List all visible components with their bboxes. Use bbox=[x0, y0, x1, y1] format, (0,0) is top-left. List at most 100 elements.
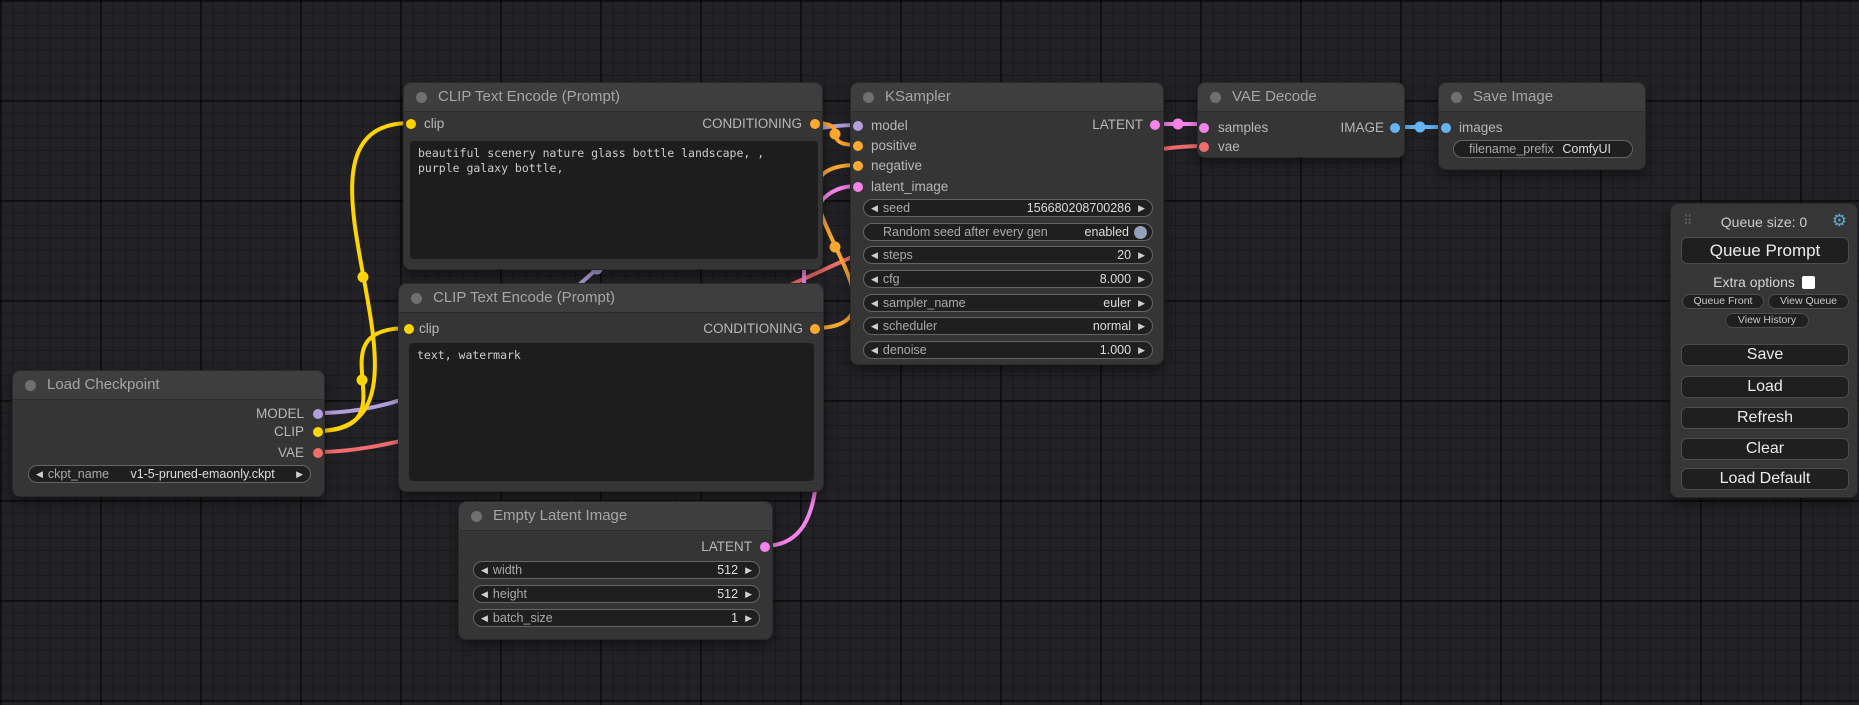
latent-output-port[interactable] bbox=[1150, 120, 1160, 130]
node-empty-latent-image[interactable]: Empty Latent Image LATENT ◀ width 512 ▶ … bbox=[458, 501, 773, 640]
batch-size-widget[interactable]: ◀ batch_size 1 ▶ bbox=[473, 609, 760, 627]
collapse-dot-icon[interactable] bbox=[411, 293, 422, 304]
sampler-name-widget[interactable]: ◀ sampler_name euler ▶ bbox=[863, 294, 1153, 312]
collapse-dot-icon[interactable] bbox=[471, 511, 482, 522]
load-button[interactable]: Load bbox=[1681, 376, 1849, 398]
widget-value: normal bbox=[1093, 319, 1131, 333]
clip-input-port[interactable] bbox=[404, 324, 414, 334]
steps-widget[interactable]: ◀ steps 20 ▶ bbox=[863, 246, 1153, 264]
node-title-bar[interactable]: Save Image bbox=[1439, 83, 1645, 112]
latent-image-input-port[interactable] bbox=[853, 182, 863, 192]
decrement-arrow-icon[interactable]: ◀ bbox=[36, 465, 43, 483]
node-title-bar[interactable]: CLIP Text Encode (Prompt) bbox=[399, 284, 823, 313]
refresh-button[interactable]: Refresh bbox=[1681, 407, 1849, 429]
output-label-model: MODEL bbox=[256, 405, 304, 423]
node-title-bar[interactable]: CLIP Text Encode (Prompt) bbox=[404, 83, 822, 112]
gear-icon[interactable]: ⚙ bbox=[1832, 211, 1847, 231]
increment-arrow-icon[interactable]: ▶ bbox=[1138, 270, 1145, 288]
node-load-checkpoint[interactable]: Load Checkpoint MODEL CLIP VAE ◀ ckpt_na… bbox=[12, 370, 325, 497]
denoise-widget[interactable]: ◀ denoise 1.000 ▶ bbox=[863, 341, 1153, 359]
increment-arrow-icon[interactable]: ▶ bbox=[1138, 294, 1145, 312]
clip-input-port[interactable] bbox=[406, 119, 416, 129]
node-title-bar[interactable]: VAE Decode bbox=[1198, 83, 1404, 112]
increment-arrow-icon[interactable]: ▶ bbox=[745, 585, 752, 603]
extra-options-checkbox[interactable] bbox=[1802, 276, 1815, 289]
decrement-arrow-icon[interactable]: ◀ bbox=[481, 561, 488, 579]
negative-input-port[interactable] bbox=[853, 161, 863, 171]
node-save-image[interactable]: Save Image images filename_prefix ComfyU… bbox=[1438, 82, 1646, 170]
input-label-samples: samples bbox=[1218, 119, 1268, 137]
seed-widget[interactable]: ◀ seed 156680208700286 ▶ bbox=[863, 199, 1153, 217]
node-clip-text-encode-positive[interactable]: CLIP Text Encode (Prompt) clip CONDITION… bbox=[403, 82, 823, 270]
view-queue-button[interactable]: View Queue bbox=[1768, 294, 1849, 309]
queue-panel[interactable]: ⠿ Queue size: 0 ⚙ Queue Prompt Extra opt… bbox=[1670, 203, 1858, 498]
random-seed-widget[interactable]: Random seed after every gen enabled bbox=[863, 223, 1153, 241]
conditioning-output-port[interactable] bbox=[810, 324, 820, 334]
node-title: Empty Latent Image bbox=[493, 507, 627, 524]
load-default-button[interactable]: Load Default bbox=[1681, 468, 1849, 490]
widget-label: scheduler bbox=[883, 319, 937, 333]
images-input-port[interactable] bbox=[1441, 123, 1451, 133]
conditioning-output-port[interactable] bbox=[810, 119, 820, 129]
prompt-textarea[interactable]: text, watermark bbox=[409, 343, 814, 481]
model-input-port[interactable] bbox=[853, 121, 863, 131]
increment-arrow-icon[interactable]: ▶ bbox=[745, 609, 752, 627]
positive-input-port[interactable] bbox=[853, 141, 863, 151]
node-ksampler[interactable]: KSampler model positive negative latent_… bbox=[850, 82, 1164, 365]
increment-arrow-icon[interactable]: ▶ bbox=[1138, 317, 1145, 335]
image-output-port[interactable] bbox=[1390, 123, 1400, 133]
increment-arrow-icon[interactable]: ▶ bbox=[1138, 246, 1145, 264]
toggle-dot-icon[interactable] bbox=[1134, 226, 1147, 239]
widget-value: 20 bbox=[1117, 248, 1131, 262]
widget-label: height bbox=[493, 587, 527, 601]
output-label-conditioning: CONDITIONING bbox=[703, 320, 803, 338]
decrement-arrow-icon[interactable]: ◀ bbox=[481, 609, 488, 627]
decrement-arrow-icon[interactable]: ◀ bbox=[871, 317, 878, 335]
prompt-textarea[interactable]: beautiful scenery nature glass bottle la… bbox=[410, 141, 818, 259]
widget-value: ComfyUI bbox=[1562, 142, 1611, 156]
node-title: Save Image bbox=[1473, 88, 1553, 105]
decrement-arrow-icon[interactable]: ◀ bbox=[871, 270, 878, 288]
node-graph-canvas[interactable]: Load Checkpoint MODEL CLIP VAE ◀ ckpt_na… bbox=[0, 0, 1859, 705]
output-label-latent: LATENT bbox=[1092, 116, 1143, 134]
increment-arrow-icon[interactable]: ▶ bbox=[1138, 199, 1145, 217]
view-history-button[interactable]: View History bbox=[1725, 313, 1809, 328]
vae-input-port[interactable] bbox=[1199, 142, 1209, 152]
scheduler-widget[interactable]: ◀ scheduler normal ▶ bbox=[863, 317, 1153, 335]
widget-label: sampler_name bbox=[883, 296, 966, 310]
decrement-arrow-icon[interactable]: ◀ bbox=[871, 341, 878, 359]
collapse-dot-icon[interactable] bbox=[1451, 92, 1462, 103]
samples-input-port[interactable] bbox=[1199, 123, 1209, 133]
decrement-arrow-icon[interactable]: ◀ bbox=[871, 199, 878, 217]
height-widget[interactable]: ◀ height 512 ▶ bbox=[473, 585, 760, 603]
decrement-arrow-icon[interactable]: ◀ bbox=[871, 294, 878, 312]
node-title-bar[interactable]: Empty Latent Image bbox=[459, 502, 772, 531]
collapse-dot-icon[interactable] bbox=[416, 92, 427, 103]
queue-prompt-button[interactable]: Queue Prompt bbox=[1681, 237, 1849, 264]
node-title-bar[interactable]: Load Checkpoint bbox=[13, 371, 324, 400]
save-button[interactable]: Save bbox=[1681, 344, 1849, 366]
decrement-arrow-icon[interactable]: ◀ bbox=[871, 246, 878, 264]
node-title-bar[interactable]: KSampler bbox=[851, 83, 1163, 112]
cfg-widget[interactable]: ◀ cfg 8.000 ▶ bbox=[863, 270, 1153, 288]
clip-output-port[interactable] bbox=[313, 427, 323, 437]
vae-output-port[interactable] bbox=[313, 448, 323, 458]
model-output-port[interactable] bbox=[313, 409, 323, 419]
increment-arrow-icon[interactable]: ▶ bbox=[745, 561, 752, 579]
decrement-arrow-icon[interactable]: ◀ bbox=[481, 585, 488, 603]
input-label-model: model bbox=[871, 117, 908, 135]
collapse-dot-icon[interactable] bbox=[1210, 92, 1221, 103]
node-vae-decode[interactable]: VAE Decode samples vae IMAGE bbox=[1197, 82, 1405, 158]
node-clip-text-encode-negative[interactable]: CLIP Text Encode (Prompt) clip CONDITION… bbox=[398, 283, 824, 492]
collapse-dot-icon[interactable] bbox=[863, 92, 874, 103]
width-widget[interactable]: ◀ width 512 ▶ bbox=[473, 561, 760, 579]
clear-button[interactable]: Clear bbox=[1681, 438, 1849, 460]
increment-arrow-icon[interactable]: ▶ bbox=[1138, 341, 1145, 359]
collapse-dot-icon[interactable] bbox=[25, 380, 36, 391]
filename-prefix-widget[interactable]: filename_prefix ComfyUI bbox=[1453, 140, 1633, 158]
increment-arrow-icon[interactable]: ▶ bbox=[296, 465, 303, 483]
ckpt-name-widget[interactable]: ◀ ckpt_name v1-5-pruned-emaonly.ckpt ▶ bbox=[28, 465, 311, 483]
latent-output-port[interactable] bbox=[760, 542, 770, 552]
queue-front-button[interactable]: Queue Front bbox=[1682, 294, 1764, 309]
widget-label: steps bbox=[883, 248, 913, 262]
